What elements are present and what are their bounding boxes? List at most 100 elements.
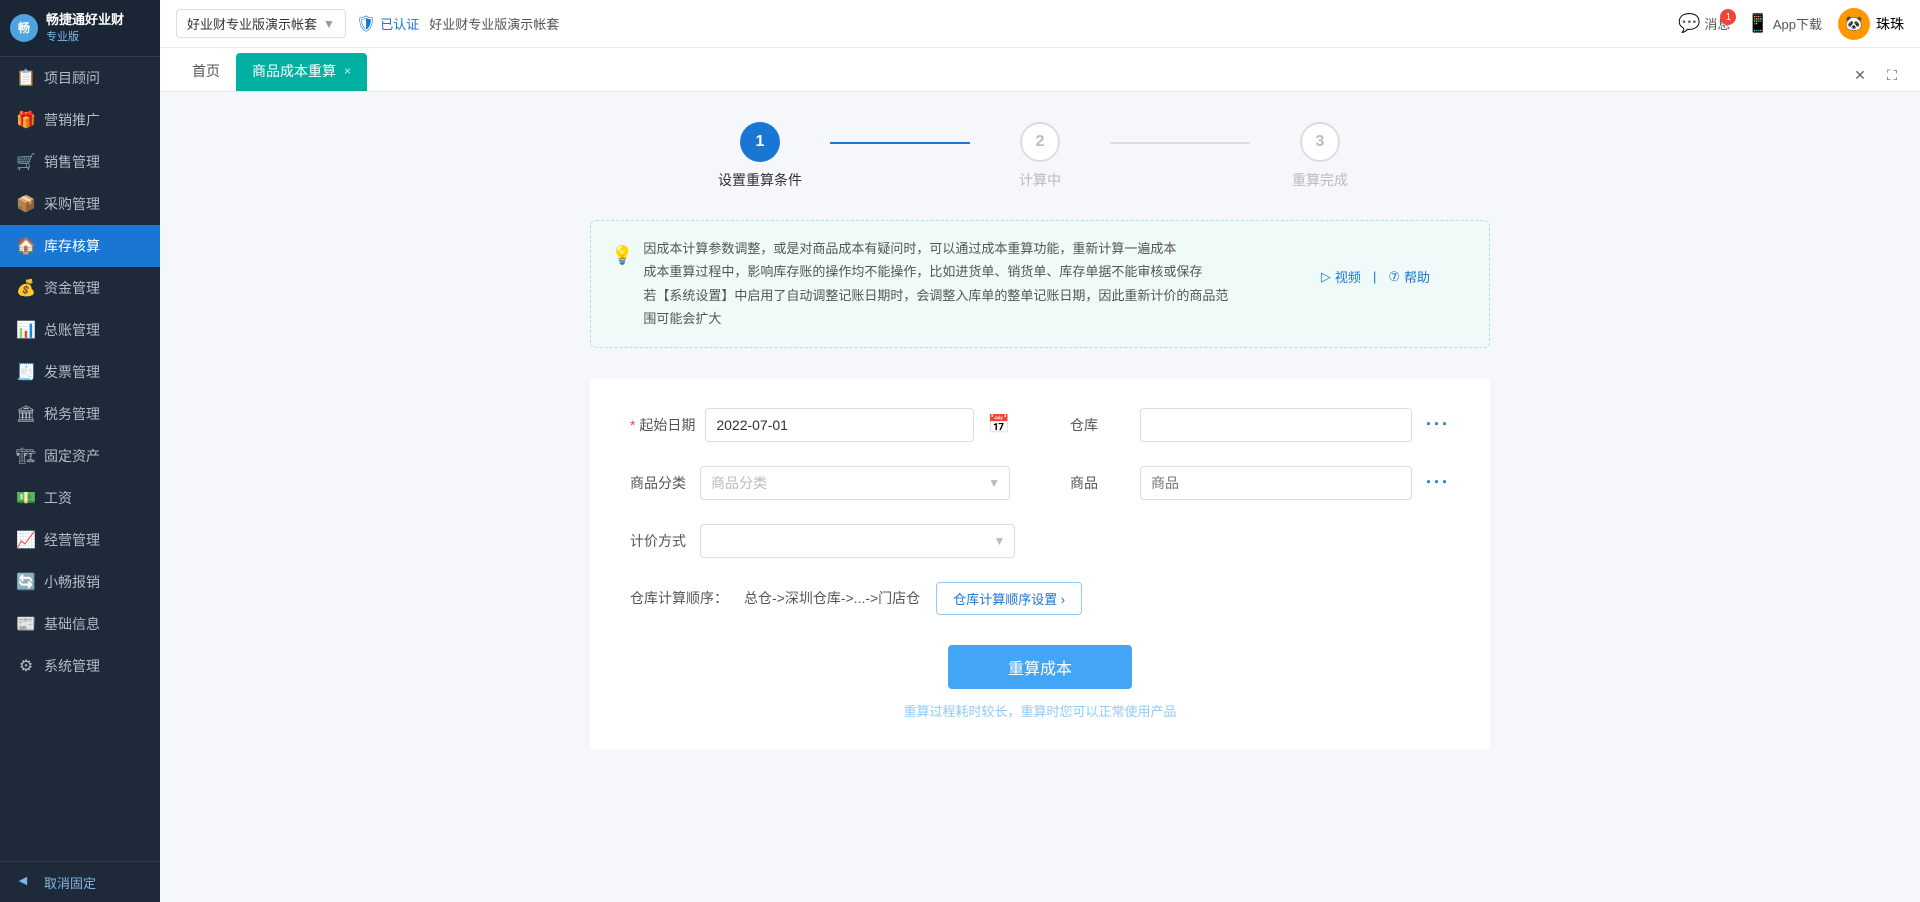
pricing-select[interactable] bbox=[700, 524, 1015, 558]
window-controls: ✕ ⛶ bbox=[1848, 63, 1904, 91]
sidebar-nav: 📋 项目顾问 🎁 营销推广 🛒 销售管理 📦 采购管理 🏠 库存核算 💰 资金管… bbox=[0, 57, 160, 861]
start-date-label-text: 起始日期 bbox=[639, 417, 695, 433]
step-1-num: 1 bbox=[756, 133, 765, 151]
sidebar-item-assets[interactable]: 🏗 固定资产 bbox=[0, 435, 160, 477]
warehouse-input[interactable] bbox=[1140, 408, 1412, 442]
chevron-down-icon: ▼ bbox=[323, 17, 335, 31]
phone-icon: 📱 bbox=[1746, 13, 1768, 34]
topbar-left: 好业财专业版演示帐套 ▼ 🛡 已认证 好业财专业版演示帐套 bbox=[176, 9, 559, 38]
app-name: 畅捷通好业财 bbox=[46, 12, 124, 28]
sidebar-label-invoice: 发票管理 bbox=[44, 362, 100, 382]
sidebar-footer-pin[interactable]: ◄ 取消固定 bbox=[0, 861, 160, 902]
step-1: 1 设置重算条件 bbox=[690, 122, 830, 190]
sidebar-item-system[interactable]: ⚙ 系统管理 bbox=[0, 645, 160, 687]
marketing-icon: 🎁 bbox=[16, 110, 36, 130]
sidebar-item-payroll[interactable]: 💵 工资 bbox=[0, 477, 160, 519]
verified-label: 已认证 bbox=[380, 14, 419, 33]
sidebar-header: 畅 畅捷通好业财 专业版 bbox=[0, 0, 160, 57]
system-icon: ⚙ bbox=[16, 656, 36, 676]
warehouse-order-settings-button[interactable]: 仓库计算顺序设置 › bbox=[936, 582, 1082, 615]
project-icon: 📋 bbox=[16, 68, 36, 88]
content-area: ▷ 视频 | ⑦ 帮助 1 设置重算条件 bbox=[160, 92, 1920, 902]
sidebar-item-accounting[interactable]: 📊 总账管理 bbox=[0, 309, 160, 351]
warehouse-btn-label: 仓库计算顺序设置 › bbox=[953, 589, 1065, 608]
help-divider: | bbox=[1373, 269, 1376, 284]
start-date-label: * 起始日期 bbox=[630, 415, 695, 435]
accounting-icon: 📊 bbox=[16, 320, 36, 340]
help-link[interactable]: ⑦ 帮助 bbox=[1388, 267, 1430, 286]
sidebar-item-sales[interactable]: 🛒 销售管理 bbox=[0, 141, 160, 183]
tab-home-label: 首页 bbox=[192, 63, 220, 79]
expand-window-icon[interactable]: ⛶ bbox=[1880, 63, 1904, 87]
invoice-icon: 🧾 bbox=[16, 362, 36, 382]
warehouse-order-row: 仓库计算顺序： 总仓->深圳仓库->...->门店仓 仓库计算顺序设置 › bbox=[630, 582, 1450, 615]
sidebar-item-inventory[interactable]: 🏠 库存核算 bbox=[0, 225, 160, 267]
tab-close-icon[interactable]: × bbox=[344, 64, 351, 78]
verified-badge: 🛡 已认证 bbox=[356, 14, 419, 34]
step-2-label: 计算中 bbox=[1019, 170, 1061, 190]
sidebar-item-tax[interactable]: 🏛 税务管理 bbox=[0, 393, 160, 435]
unpin-label: 取消固定 bbox=[44, 873, 96, 892]
topbar: 好业财专业版演示帐套 ▼ 🛡 已认证 好业财专业版演示帐套 💬 消息 1 📱 A… bbox=[160, 0, 1920, 48]
sidebar-item-finance[interactable]: 💰 资金管理 bbox=[0, 267, 160, 309]
hint-text: 重算过程耗时较长，重算时您可以正常使用产品 bbox=[630, 701, 1450, 720]
pricing-group: 计价方式 ▼ bbox=[630, 524, 1015, 558]
sidebar-item-expense[interactable]: 🔄 小畅报销 bbox=[0, 561, 160, 603]
sidebar-item-invoice[interactable]: 🧾 发票管理 bbox=[0, 351, 160, 393]
category-select-wrapper: 商品分类 ▼ bbox=[700, 466, 1010, 500]
account-name: 好业财专业版演示帐套 bbox=[187, 14, 317, 33]
step-2: 2 计算中 bbox=[970, 122, 1110, 190]
info-line-2: 成本重算过程中，影响库存账的操作均不能操作，比如进货单、销货单、库存单据不能审核… bbox=[643, 260, 1228, 283]
step-1-label: 设置重算条件 bbox=[718, 170, 802, 190]
goods-input[interactable] bbox=[1140, 466, 1412, 500]
help-circle-icon: ⑦ bbox=[1388, 269, 1400, 285]
form-section: * 起始日期 📅 仓库 ··· bbox=[590, 378, 1490, 750]
sidebar-label-purchase: 采购管理 bbox=[44, 194, 100, 214]
sidebar-item-operations[interactable]: 📈 经营管理 bbox=[0, 519, 160, 561]
message-action[interactable]: 💬 消息 1 bbox=[1678, 13, 1730, 34]
sidebar-label-sales: 销售管理 bbox=[44, 152, 100, 172]
start-date-input[interactable] bbox=[705, 408, 973, 442]
sidebar-item-basic[interactable]: 📰 基础信息 bbox=[0, 603, 160, 645]
goods-dots-icon[interactable]: ··· bbox=[1426, 472, 1450, 493]
main-area: 好业财专业版演示帐套 ▼ 🛡 已认证 好业财专业版演示帐套 💬 消息 1 📱 A… bbox=[160, 0, 1920, 902]
video-label: 视频 bbox=[1335, 267, 1361, 286]
warehouse-dots-icon[interactable]: ··· bbox=[1426, 414, 1450, 435]
warehouse-order-value: 总仓->深圳仓库->...->门店仓 bbox=[744, 588, 920, 608]
required-star: * bbox=[630, 417, 635, 433]
sidebar-label-project: 项目顾问 bbox=[44, 68, 100, 88]
close-window-icon[interactable]: ✕ bbox=[1848, 63, 1872, 87]
sidebar: 畅 畅捷通好业财 专业版 📋 项目顾问 🎁 营销推广 🛒 销售管理 📦 采购管理… bbox=[0, 0, 160, 902]
sidebar-label-system: 系统管理 bbox=[44, 656, 100, 676]
tab-goods-cost-label: 商品成本重算 bbox=[252, 61, 336, 81]
video-link[interactable]: ▷ 视频 bbox=[1321, 267, 1361, 286]
basic-icon: 📰 bbox=[16, 614, 36, 634]
info-line-3: 若【系统设置】中启用了自动调整记账日期时，会调整入库单的整单记账日期，因此重新计… bbox=[643, 284, 1228, 307]
calendar-icon[interactable]: 📅 bbox=[988, 414, 1010, 435]
tab-home[interactable]: 首页 bbox=[176, 53, 236, 91]
account-selector[interactable]: 好业财专业版演示帐套 ▼ bbox=[176, 9, 346, 38]
sidebar-label-payroll: 工资 bbox=[44, 488, 72, 508]
step-3-num: 3 bbox=[1316, 133, 1325, 151]
pin-icon: ◄ bbox=[16, 872, 36, 892]
inner-content: ▷ 视频 | ⑦ 帮助 1 设置重算条件 bbox=[590, 122, 1490, 750]
recalculate-button[interactable]: 重算成本 bbox=[948, 645, 1132, 689]
sidebar-item-purchase[interactable]: 📦 采购管理 bbox=[0, 183, 160, 225]
help-label: 帮助 bbox=[1404, 267, 1430, 286]
sidebar-label-tax: 税务管理 bbox=[44, 404, 100, 424]
category-select[interactable]: 商品分类 bbox=[700, 466, 1010, 500]
payroll-icon: 💵 bbox=[16, 488, 36, 508]
info-text: 因成本计算参数调整，或是对商品成本有疑问时，可以通过成本重算功能，重新计算一遍成… bbox=[643, 237, 1228, 331]
verified-account-name: 好业财专业版演示帐套 bbox=[429, 14, 559, 33]
sidebar-label-finance: 资金管理 bbox=[44, 278, 100, 298]
step-2-num: 2 bbox=[1036, 133, 1045, 151]
tab-goods-cost[interactable]: 商品成本重算 × bbox=[236, 53, 367, 91]
sidebar-item-marketing[interactable]: 🎁 营销推广 bbox=[0, 99, 160, 141]
category-label: 商品分类 bbox=[630, 473, 690, 493]
app-download-action[interactable]: 📱 App下载 bbox=[1746, 13, 1822, 34]
user-avatar[interactable]: 🐼 珠珠 bbox=[1838, 8, 1904, 40]
sidebar-item-project[interactable]: 📋 项目顾问 bbox=[0, 57, 160, 99]
pricing-label: 计价方式 bbox=[630, 531, 690, 551]
start-date-group: * 起始日期 📅 bbox=[630, 408, 1010, 442]
avatar-image: 🐼 bbox=[1838, 8, 1870, 40]
